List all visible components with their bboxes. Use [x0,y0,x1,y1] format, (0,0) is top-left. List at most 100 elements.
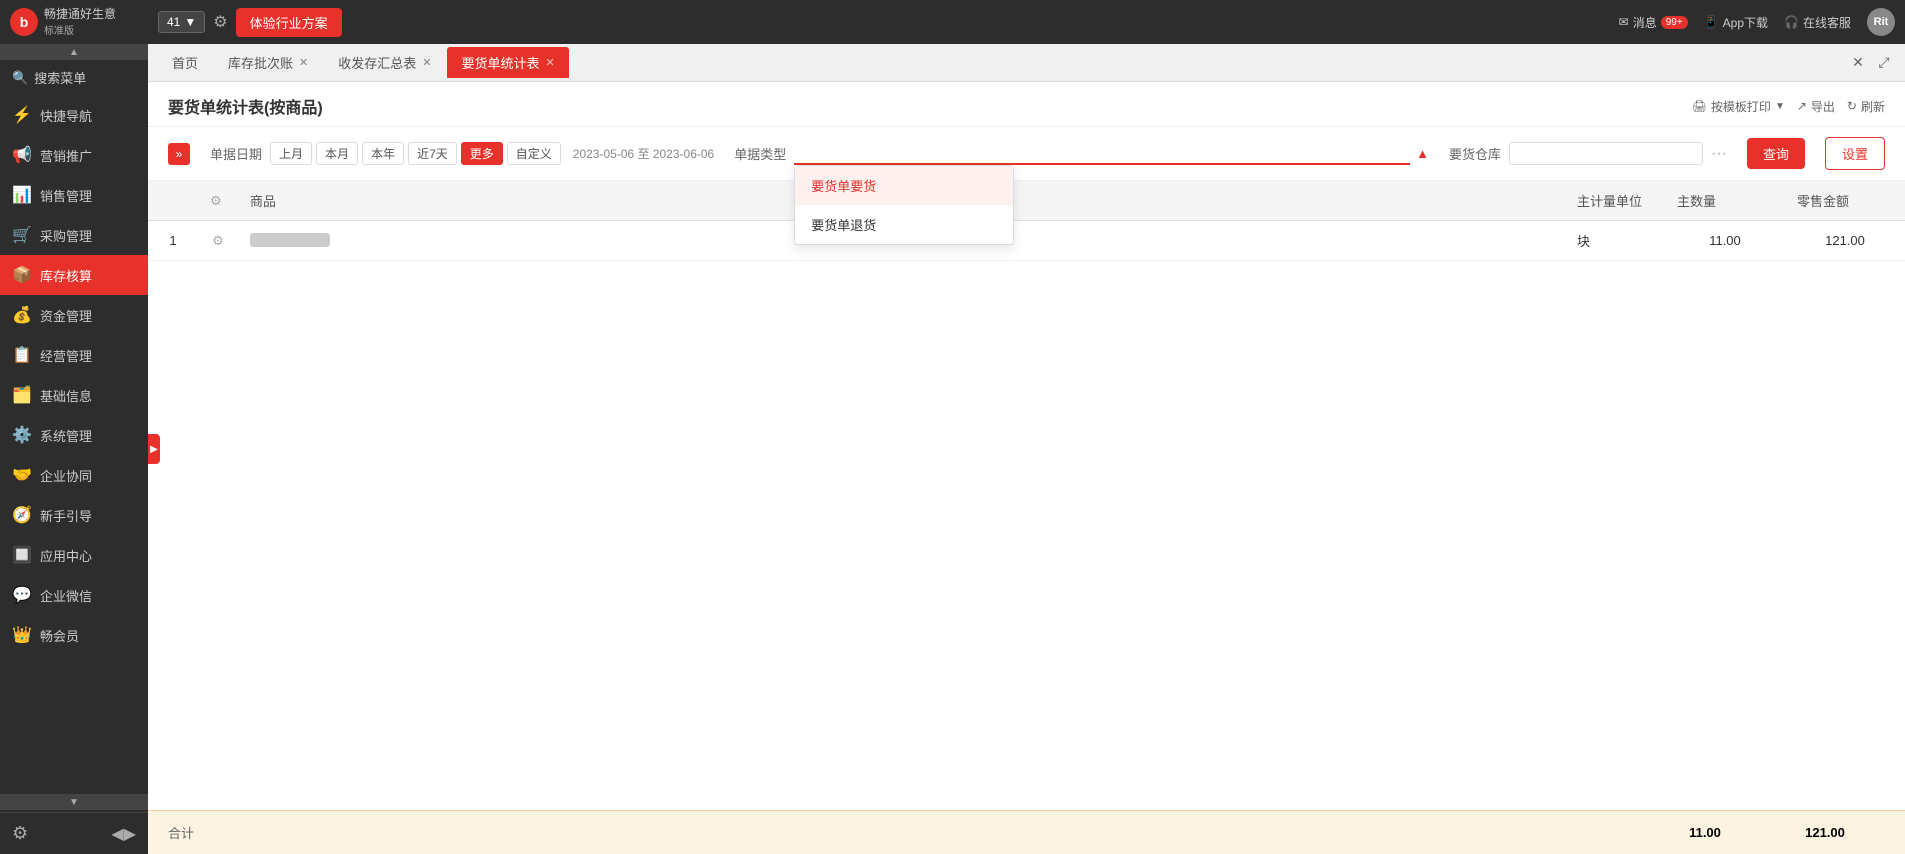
type-input[interactable] [794,142,1410,165]
sidebar-search[interactable]: 🔍 搜索菜单 [0,60,148,95]
tab-label-batch-account: 库存批次账 [228,53,293,72]
print-template-button[interactable]: 🖨 按模板打印 ▼ [1692,98,1785,115]
tab-batch-account[interactable]: 库存批次账 ✕ [214,47,322,78]
sidebar-label-wechat: 企业微信 [40,586,92,605]
col-unit: 主计量单位 [1565,181,1665,221]
close-window-button[interactable]: ✕ [1847,52,1869,74]
sidebar-label-system: 系统管理 [40,426,92,445]
expand-button[interactable]: » [168,143,190,165]
sidebar-label-quick-nav: 快捷导航 [40,106,92,125]
sidebar-icon-quick-nav: ⚡ [12,105,32,125]
online-service-item[interactable]: 🎧 在线客服 [1784,14,1851,31]
tab-label-home: 首页 [172,53,198,72]
sidebar-item-quick-nav[interactable]: ⚡ 快捷导航 [0,95,148,135]
custom-date-btn[interactable]: 自定义 [507,142,561,165]
sidebar-icon-operations: 📋 [12,345,32,365]
sidebar-item-finance[interactable]: 💰 资金管理 [0,295,148,335]
tab-label-order-summary: 要货单统计表 [461,53,539,72]
tab-close-order-summary[interactable]: ✕ [546,56,555,69]
query-button[interactable]: 查询 [1747,138,1805,169]
app-title: 畅捷通好生意 [44,7,116,21]
refresh-button[interactable]: ↻ 刷新 [1847,98,1885,115]
col-index [148,181,198,221]
tab-home[interactable]: 首页 [158,47,212,78]
tab-label-collect-summary: 收发存汇总表 [338,53,416,72]
sidebar-label-inventory: 库存核算 [40,266,92,285]
settings-icon[interactable]: ⚙ [213,12,227,32]
row-settings[interactable]: ⚙ [198,221,238,261]
print-icon: 🖨 [1692,99,1707,113]
warehouse-label: 要货仓库 [1449,144,1501,163]
app-download-item[interactable]: 📱 App下载 [1704,14,1768,31]
last-7days-btn[interactable]: 近7天 [408,142,457,165]
type-dropdown-menu: 要货单要货要货单退货 [794,165,1014,245]
last-month-btn[interactable]: 上月 [270,142,312,165]
tab-close-collect-summary[interactable]: ✕ [422,56,431,69]
row-qty: 11.00 [1665,221,1785,261]
table-header-row: ⚙ 商品 主计量单位 主数量 零售金额 [148,181,1905,221]
more-dates-btn[interactable]: 更多 [461,142,503,165]
export-icon: ↗ [1797,99,1807,113]
export-button[interactable]: ↗ 导出 [1797,98,1835,115]
this-year-btn[interactable]: 本年 [362,142,404,165]
sidebar-item-operations[interactable]: 📋 经营管理 [0,335,148,375]
sidebar-icon-sales: 📊 [12,185,32,205]
tab-close-batch-account[interactable]: ✕ [299,56,308,69]
tab-collect-summary[interactable]: 收发存汇总表 ✕ [324,47,445,78]
user-avatar[interactable]: Rit [1867,8,1895,36]
sidebar-icon-enterprise: 🤝 [12,465,32,485]
page-title-bar: 要货单统计表(按商品) 🖨 按模板打印 ▼ ↗ 导出 ↻ 刷新 [148,82,1905,127]
sidebar-collapse-icon[interactable]: ◀▶ [111,824,136,844]
sidebar-icon-purchase: 🛒 [12,225,32,245]
sidebar-item-purchase[interactable]: 🛒 采购管理 [0,215,148,255]
headset-icon: 🎧 [1784,15,1799,29]
sidebar-item-vip[interactable]: 👑 畅会员 [0,615,148,655]
sidebar-scroll-up[interactable]: ▲ [0,44,148,60]
messages-item[interactable]: ✉ 消息 99+ [1619,14,1688,31]
sidebar-label-basic-info: 基础信息 [40,386,92,405]
sidebar-label-operations: 经营管理 [40,346,92,365]
sidebar-settings-icon[interactable]: ⚙ [12,823,28,844]
sidebar-item-app-center[interactable]: 🔲 应用中心 [0,535,148,575]
chevron-down-icon: ▼ [184,15,196,29]
sidebar-item-guide[interactable]: 🧭 新手引导 [0,495,148,535]
trial-button[interactable]: 体验行业方案 [236,8,342,37]
maximize-window-button[interactable]: ⤢ [1873,52,1895,74]
chevron-up-icon[interactable]: ▲ [1416,146,1429,161]
sidebar-item-sales[interactable]: 📊 销售管理 [0,175,148,215]
summary-label: 合计 [168,823,194,842]
settings-button[interactable]: 设置 [1825,137,1885,170]
row-amount: 121.00 [1785,221,1905,261]
search-icon: 🔍 [12,70,28,86]
sidebar-item-inventory[interactable]: 📦 库存核算 [0,255,148,295]
sidebar-item-enterprise[interactable]: 🤝 企业协同 [0,455,148,495]
page-title: 要货单统计表(按商品) [168,94,323,118]
type-filter-group: 单据类型 ▲ 要货单要货要货单退货 [734,142,1429,165]
col-qty: 主数量 [1665,181,1785,221]
sidebar-label-guide: 新手引导 [40,506,92,525]
col-amount: 零售金额 [1785,181,1905,221]
tab-bar: 首页库存批次账 ✕收发存汇总表 ✕要货单统计表 ✕ ✕ ⤢ [148,44,1905,82]
sidebar-item-basic-info[interactable]: 🗂️ 基础信息 [0,375,148,415]
sidebar-icon-system: ⚙️ [12,425,32,445]
sidebar-item-wechat[interactable]: 💬 企业微信 [0,575,148,615]
tab-order-summary[interactable]: 要货单统计表 ✕ [447,47,568,78]
sidebar-icon-vip: 👑 [12,625,32,645]
download-icon: 📱 [1704,15,1719,29]
tab-bar-right: ✕ ⤢ [1847,52,1895,74]
warehouse-input[interactable] [1509,142,1703,165]
sidebar-item-marketing[interactable]: 📢 营销推广 [0,135,148,175]
sidebar-scroll-down[interactable]: ▼ [0,794,148,810]
sidebar-item-system[interactable]: ⚙️ 系统管理 [0,415,148,455]
settings-gear-icon[interactable]: ⚙ [210,193,222,208]
sidebar-label-app-center: 应用中心 [40,546,92,565]
sidebar-label-marketing: 营销推广 [40,146,92,165]
dropdown-item-order-return[interactable]: 要货单退货 [795,205,1013,244]
more-options-icon[interactable]: ··· [1711,145,1727,163]
dropdown-item-order-goods[interactable]: 要货单要货 [795,166,1013,205]
tab-number-selector[interactable]: 41 ▼ [158,11,205,33]
sidebar-label-vip: 畅会员 [40,626,79,645]
sidebar-icon-guide: 🧭 [12,505,32,525]
this-month-btn[interactable]: 本月 [316,142,358,165]
page-content: 要货单统计表(按商品) 🖨 按模板打印 ▼ ↗ 导出 ↻ 刷新 [148,82,1905,854]
